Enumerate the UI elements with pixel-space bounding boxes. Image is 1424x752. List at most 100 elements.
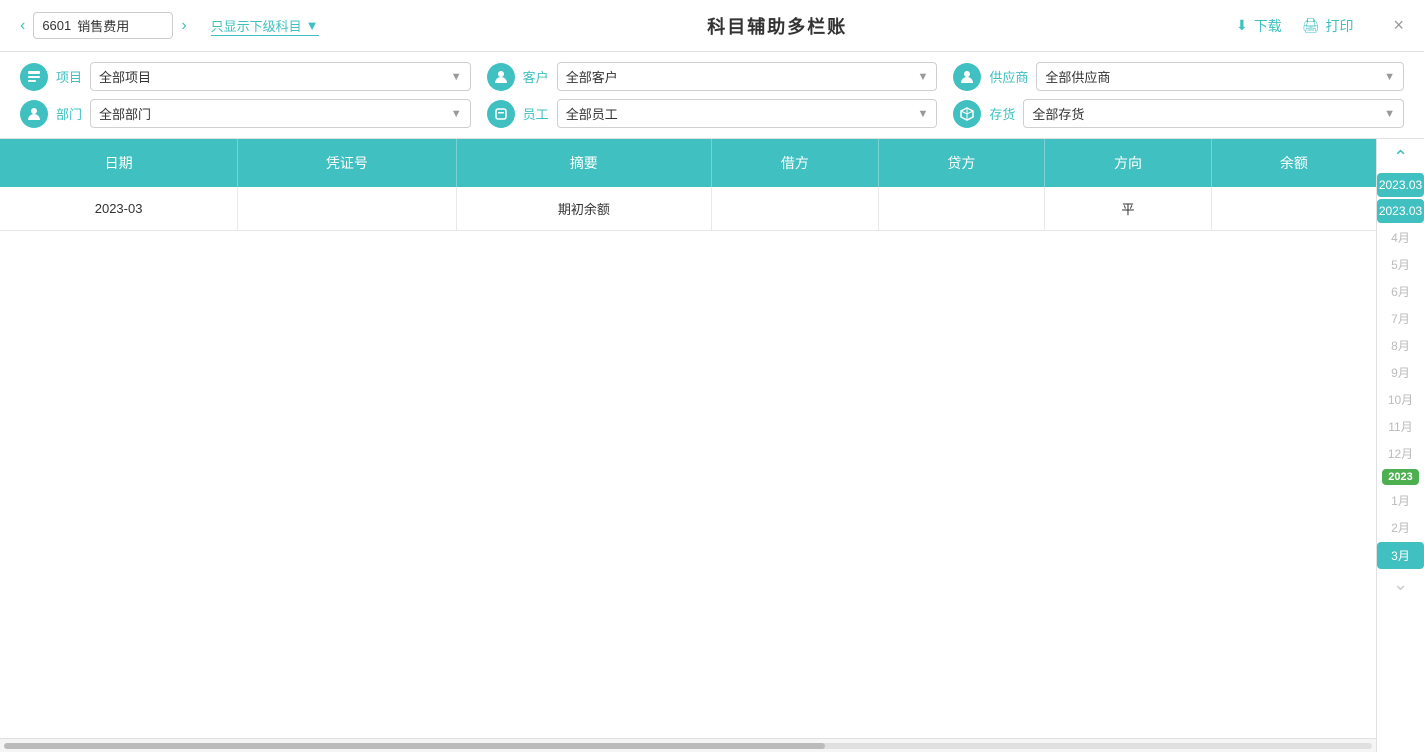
filter-row-1: 项目 全部项目 ▼ 客户 全部客户 ▼ xyxy=(20,62,1404,91)
supplier-label: 供应商 xyxy=(989,67,1028,86)
cell-direction: 平 xyxy=(1045,187,1212,231)
inventory-select-value: 全部存货 xyxy=(1032,104,1084,123)
print-button[interactable]: 🖨 打印 xyxy=(1302,16,1354,36)
filter-dept: 部门 全部部门 ▼ xyxy=(20,99,471,128)
sidebar-label: 10月 xyxy=(1388,391,1413,408)
sidebar-item-2[interactable]: 2月 xyxy=(1377,514,1424,541)
sidebar-label: 12月 xyxy=(1388,445,1413,462)
customer-select-value: 全部客户 xyxy=(566,67,618,86)
download-button[interactable]: ⬇ 下载 xyxy=(1236,16,1282,36)
cell-voucher xyxy=(238,187,456,231)
supplier-icon xyxy=(953,63,981,91)
customer-label: 客户 xyxy=(523,67,549,86)
sidebar-item-10[interactable]: 10月 xyxy=(1377,386,1424,413)
sidebar-item-6[interactable]: 6月 xyxy=(1377,278,1424,305)
sidebar-item-3-active[interactable]: 3月 xyxy=(1377,542,1424,569)
sidebar-label: 8月 xyxy=(1391,337,1410,354)
col-voucher: 凭证号 xyxy=(238,139,456,187)
customer-icon xyxy=(487,63,515,91)
sidebar-label: 5月 xyxy=(1391,256,1410,273)
sidebar-item-1[interactable]: 1月 xyxy=(1377,487,1424,514)
download-icon: ⬇ xyxy=(1236,17,1248,34)
dept-label: 部门 xyxy=(56,104,82,123)
filter-bar: 项目 全部项目 ▼ 客户 全部客户 ▼ xyxy=(0,52,1424,139)
sidebar-up-arrow[interactable]: ⌃ xyxy=(1389,143,1412,172)
scrollbar-track xyxy=(4,743,1372,749)
sidebar-label: 7月 xyxy=(1391,310,1410,327)
account-code-box: 6601 销售费用 xyxy=(33,12,173,39)
cell-balance xyxy=(1211,187,1376,231)
supplier-select[interactable]: 全部供应商 ▼ xyxy=(1036,62,1404,91)
employee-select[interactable]: 全部员工 ▼ xyxy=(557,99,938,128)
sidebar-item-8[interactable]: 8月 xyxy=(1377,332,1424,359)
show-sub-label: 只显示下级科目 xyxy=(211,16,302,35)
table-header-row: 日期 凭证号 摘要 借方 贷方 方向 余额 xyxy=(0,139,1376,187)
chevron-down-icon: ▼ xyxy=(1384,108,1395,120)
sidebar-item-9[interactable]: 9月 xyxy=(1377,359,1424,386)
sidebar-label: 3月 xyxy=(1391,547,1410,564)
cell-date: 2023-03 xyxy=(0,187,238,231)
col-summary: 摘要 xyxy=(456,139,711,187)
cell-summary: 期初余额 xyxy=(456,187,711,231)
top-bar-actions: ⬇ 下载 🖨 打印 × xyxy=(1236,15,1404,36)
sidebar-item-12[interactable]: 12月 xyxy=(1377,440,1424,467)
filter-inventory: 存货 全部存货 ▼ xyxy=(953,99,1404,128)
sidebar-label: 2023.03 xyxy=(1379,178,1422,192)
customer-select[interactable]: 全部客户 ▼ xyxy=(557,62,938,91)
inventory-label: 存货 xyxy=(989,104,1015,123)
project-icon xyxy=(20,63,48,91)
horizontal-scrollbar[interactable] xyxy=(0,738,1376,752)
sidebar-item-11[interactable]: 11月 xyxy=(1377,413,1424,440)
top-bar: ‹ 6601 销售费用 › 只显示下级科目 ▼ 科目辅助多栏账 ⬇ 下载 🖨 打… xyxy=(0,0,1424,52)
employee-icon xyxy=(487,100,515,128)
project-select-value: 全部项目 xyxy=(99,67,151,86)
table-area: 日期 凭证号 摘要 借方 贷方 方向 余额 2023-03 xyxy=(0,139,1376,752)
print-icon: 🖨 xyxy=(1302,17,1320,34)
dept-icon xyxy=(20,100,48,128)
sidebar-item-7[interactable]: 7月 xyxy=(1377,305,1424,332)
inventory-icon xyxy=(953,100,981,128)
nav-prev-button[interactable]: ‹ xyxy=(20,17,25,35)
sidebar-item-4[interactable]: 4月 xyxy=(1377,224,1424,251)
col-balance: 余额 xyxy=(1211,139,1376,187)
project-select[interactable]: 全部项目 ▼ xyxy=(90,62,471,91)
year-badge: 2023 xyxy=(1382,469,1418,485)
filter-customer: 客户 全部客户 ▼ xyxy=(487,62,938,91)
top-bar-left: ‹ 6601 销售费用 › 只显示下级科目 ▼ xyxy=(20,12,319,39)
scrollbar-thumb[interactable] xyxy=(4,743,825,749)
download-label: 下载 xyxy=(1254,16,1282,36)
chevron-down-icon: ▼ xyxy=(917,108,928,120)
cell-credit xyxy=(878,187,1045,231)
chevron-down-icon: ▼ xyxy=(306,18,319,33)
chevron-down-icon: ▼ xyxy=(451,108,462,120)
page-title: 科目辅助多栏账 xyxy=(707,13,847,39)
nav-next-button[interactable]: › xyxy=(181,17,186,35)
sidebar-item-2023-03-second[interactable]: 2023.03 xyxy=(1377,199,1424,223)
inventory-select[interactable]: 全部存货 ▼ xyxy=(1023,99,1404,128)
filter-employee: 员工 全部员工 ▼ xyxy=(487,99,938,128)
sidebar-label: 2月 xyxy=(1391,519,1410,536)
show-sub-toggle[interactable]: 只显示下级科目 ▼ xyxy=(211,16,319,36)
sidebar-down-arrow[interactable]: ⌄ xyxy=(1389,570,1412,599)
filter-supplier: 供应商 全部供应商 ▼ xyxy=(953,62,1404,91)
employee-select-value: 全部员工 xyxy=(566,104,618,123)
table-row: 2023-03 期初余额 平 xyxy=(0,187,1376,231)
main-area: 日期 凭证号 摘要 借方 贷方 方向 余额 2023-03 xyxy=(0,139,1424,752)
filter-project: 项目 全部项目 ▼ xyxy=(20,62,471,91)
col-debit: 借方 xyxy=(712,139,879,187)
right-sidebar: ⌃ 2023.03 2023.03 4月 5月 6月 7月 8月 xyxy=(1376,139,1424,752)
sidebar-item-5[interactable]: 5月 xyxy=(1377,251,1424,278)
account-code: 6601 xyxy=(42,18,71,33)
sidebar-label: 11月 xyxy=(1388,418,1412,435)
main-window: ‹ 6601 销售费用 › 只显示下级科目 ▼ 科目辅助多栏账 ⬇ 下载 🖨 打… xyxy=(0,0,1424,752)
chevron-down-icon: ▼ xyxy=(917,71,928,83)
dept-select[interactable]: 全部部门 ▼ xyxy=(90,99,471,128)
cell-debit xyxy=(712,187,879,231)
sidebar-item-2023-03-first[interactable]: 2023.03 xyxy=(1377,173,1424,197)
close-button[interactable]: × xyxy=(1393,15,1404,36)
sidebar-label: 6月 xyxy=(1391,283,1410,300)
employee-label: 员工 xyxy=(523,104,549,123)
sidebar-label: 4月 xyxy=(1391,229,1410,246)
print-label: 打印 xyxy=(1325,16,1353,36)
chevron-down-icon: ▼ xyxy=(451,71,462,83)
